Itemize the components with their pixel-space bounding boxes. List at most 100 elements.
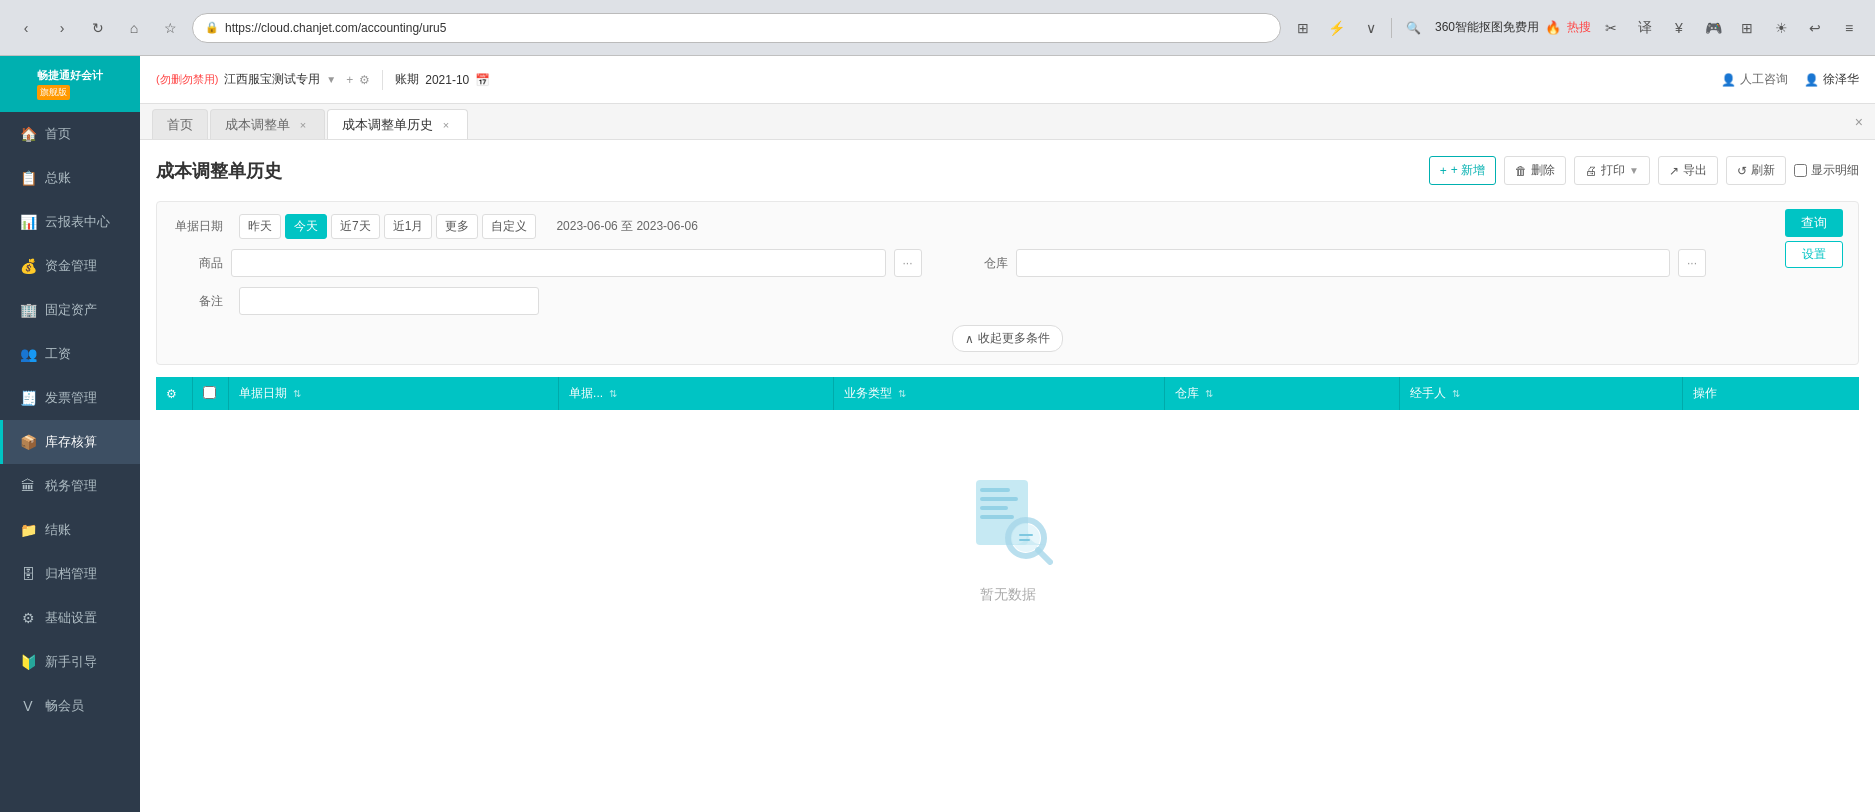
th-handler[interactable]: 经手人 ⇅ xyxy=(1400,377,1683,410)
sidebar-item-home[interactable]: 🏠 首页 xyxy=(0,112,140,156)
search-tool-btn[interactable]: 🔍 xyxy=(1398,17,1429,39)
date-btn-custom[interactable]: 自定义 xyxy=(482,214,536,239)
warehouse-dots-button[interactable]: ··· xyxy=(1678,249,1706,277)
sidebar-item-fixed-assets[interactable]: 🏢 固定资产 xyxy=(0,288,140,332)
sidebar-label-invoice: 发票管理 xyxy=(45,389,97,407)
sidebar-item-guide[interactable]: 🔰 新手引导 xyxy=(0,640,140,684)
translate-btn[interactable]: 译 xyxy=(1631,14,1659,42)
extensions-button[interactable]: ⊞ xyxy=(1289,14,1317,42)
sidebar-item-tax[interactable]: 🏛 税务管理 xyxy=(0,464,140,508)
sidebar-logo[interactable]: 畅捷通好会计 旗舰版 xyxy=(0,56,140,112)
menu-btn[interactable]: ≡ xyxy=(1835,14,1863,42)
header-actions: + + 新增 🗑 删除 🖨 打印 ▼ ↗ 导出 xyxy=(1429,156,1859,185)
home-button[interactable]: ⌂ xyxy=(120,14,148,42)
refresh-button[interactable]: ↺ 刷新 xyxy=(1726,156,1786,185)
settings-icon: ⚙ xyxy=(19,610,37,626)
service-button[interactable]: 👤 人工咨询 xyxy=(1721,71,1788,88)
date-btn-7days[interactable]: 近7天 xyxy=(331,214,380,239)
sidebar-item-reports[interactable]: 📊 云报表中心 xyxy=(0,200,140,244)
th-checkbox[interactable] xyxy=(192,377,228,410)
tab-cost-adjust-history[interactable]: 成本调整单历史 × xyxy=(327,109,468,139)
th-date[interactable]: 单据日期 ⇅ xyxy=(228,377,559,410)
th-warehouse[interactable]: 仓库 ⇅ xyxy=(1164,377,1399,410)
lightning-button[interactable]: ⚡ xyxy=(1323,14,1351,42)
date-btn-1month[interactable]: 近1月 xyxy=(384,214,433,239)
tab-cost-adjust[interactable]: 成本调整单 × xyxy=(210,109,325,139)
sidebar-item-capital[interactable]: 💰 资金管理 xyxy=(0,244,140,288)
goods-filter: 商品 ··· xyxy=(173,249,922,277)
calendar-icon[interactable]: 📅 xyxy=(475,73,490,87)
scissors-btn[interactable]: ✂ xyxy=(1597,14,1625,42)
empty-text: 暂无数据 xyxy=(980,586,1036,604)
export-button[interactable]: ↗ 导出 xyxy=(1658,156,1718,185)
main-area: (勿删勿禁用) 江西服宝测试专用 ▼ + ⚙ 账期 2021-10 📅 👤 人工… xyxy=(140,56,1875,812)
sidebar-item-inventory[interactable]: 📦 库存核算 xyxy=(0,420,140,464)
coins-btn[interactable]: ¥ xyxy=(1665,14,1693,42)
bookmark-button[interactable]: ☆ xyxy=(156,14,184,42)
select-all-checkbox[interactable] xyxy=(203,386,216,399)
svg-line-7 xyxy=(1038,550,1050,562)
new-button[interactable]: + + 新增 xyxy=(1429,156,1496,185)
settings-company-icon[interactable]: ⚙ xyxy=(359,73,370,87)
goods-input[interactable] xyxy=(231,249,886,277)
sidebar-label-guide: 新手引导 xyxy=(45,653,97,671)
sidebar: 畅捷通好会计 旗舰版 🏠 首页 📋 总账 📊 云报表中心 💰 资金管理 xyxy=(0,56,140,812)
divider-1 xyxy=(382,70,383,90)
print-dropdown-icon: ▼ xyxy=(1629,165,1639,176)
grid-btn[interactable]: ⊞ xyxy=(1733,14,1761,42)
sidebar-item-salary[interactable]: 👥 工资 xyxy=(0,332,140,376)
company-selector[interactable]: (勿删勿禁用) 江西服宝测试专用 ▼ + ⚙ xyxy=(156,71,370,88)
tab-home[interactable]: 首页 xyxy=(152,109,208,139)
sidebar-label-inventory: 库存核算 xyxy=(45,433,97,451)
brightness-btn[interactable]: ☀ xyxy=(1767,14,1795,42)
tab-cost-adjust-history-label: 成本调整单历史 xyxy=(342,116,433,134)
goods-dots-button[interactable]: ··· xyxy=(894,249,922,277)
sidebar-item-archive[interactable]: 🗄 归档管理 xyxy=(0,552,140,596)
capital-icon: 💰 xyxy=(19,258,37,274)
dropdown-button[interactable]: ∨ xyxy=(1357,14,1385,42)
show-cols-input[interactable] xyxy=(1794,164,1807,177)
collapse-button[interactable]: ∧ 收起更多条件 xyxy=(952,325,1063,352)
show-cols-checkbox[interactable]: 显示明细 xyxy=(1794,162,1859,179)
delete-button[interactable]: 🗑 删除 xyxy=(1504,156,1566,185)
warehouse-input[interactable] xyxy=(1016,249,1671,277)
back-button[interactable]: ‹ xyxy=(12,14,40,42)
sidebar-item-settings[interactable]: ⚙ 基础设置 xyxy=(0,596,140,640)
fire-icon: 🔥 xyxy=(1545,20,1561,35)
sidebar-label-closing: 结账 xyxy=(45,521,71,539)
user-menu-button[interactable]: 👤 徐泽华 xyxy=(1804,71,1859,88)
user-avatar-icon: 👤 xyxy=(1804,73,1819,87)
empty-icon xyxy=(958,470,1058,570)
reload-button[interactable]: ↻ xyxy=(84,14,112,42)
tab-cost-adjust-label: 成本调整单 xyxy=(225,116,290,134)
member-icon: V xyxy=(19,698,37,714)
date-btn-yesterday[interactable]: 昨天 xyxy=(239,214,281,239)
th-actions-label: 操作 xyxy=(1693,386,1717,400)
add-company-icon[interactable]: + xyxy=(346,73,353,87)
forward-button[interactable]: › xyxy=(48,14,76,42)
game-btn[interactable]: 🎮 xyxy=(1699,14,1727,42)
query-button[interactable]: 查询 xyxy=(1785,209,1843,237)
date-btn-more[interactable]: 更多 xyxy=(436,214,478,239)
tab-cost-adjust-history-close[interactable]: × xyxy=(439,118,453,132)
tab-cost-adjust-close[interactable]: × xyxy=(296,118,310,132)
export-icon: ↗ xyxy=(1669,164,1679,178)
undo-btn[interactable]: ↩ xyxy=(1801,14,1829,42)
remark-input[interactable] xyxy=(239,287,539,315)
sidebar-item-ledger[interactable]: 📋 总账 xyxy=(0,156,140,200)
sidebar-label-ledger: 总账 xyxy=(45,169,71,187)
sort-warehouse-icon: ⇅ xyxy=(1205,388,1213,399)
sidebar-label-capital: 资金管理 xyxy=(45,257,97,275)
sidebar-item-member[interactable]: V 畅会员 xyxy=(0,684,140,728)
th-biz-type[interactable]: 业务类型 ⇅ xyxy=(834,377,1165,410)
sidebar-item-closing[interactable]: 📁 结账 xyxy=(0,508,140,552)
address-bar[interactable]: 🔒 https://cloud.chanjet.com/accounting/u… xyxy=(192,13,1281,43)
close-all-tabs-btn[interactable]: × xyxy=(1855,114,1863,130)
print-button[interactable]: 🖨 打印 ▼ xyxy=(1574,156,1650,185)
dropdown-arrow-icon: ▼ xyxy=(326,74,336,85)
th-column-settings[interactable]: ⚙ xyxy=(156,377,192,410)
th-number[interactable]: 单据... ⇅ xyxy=(559,377,834,410)
date-btn-today[interactable]: 今天 xyxy=(285,214,327,239)
filter-settings-button[interactable]: 设置 xyxy=(1785,241,1843,268)
sidebar-item-invoice[interactable]: 🧾 发票管理 xyxy=(0,376,140,420)
